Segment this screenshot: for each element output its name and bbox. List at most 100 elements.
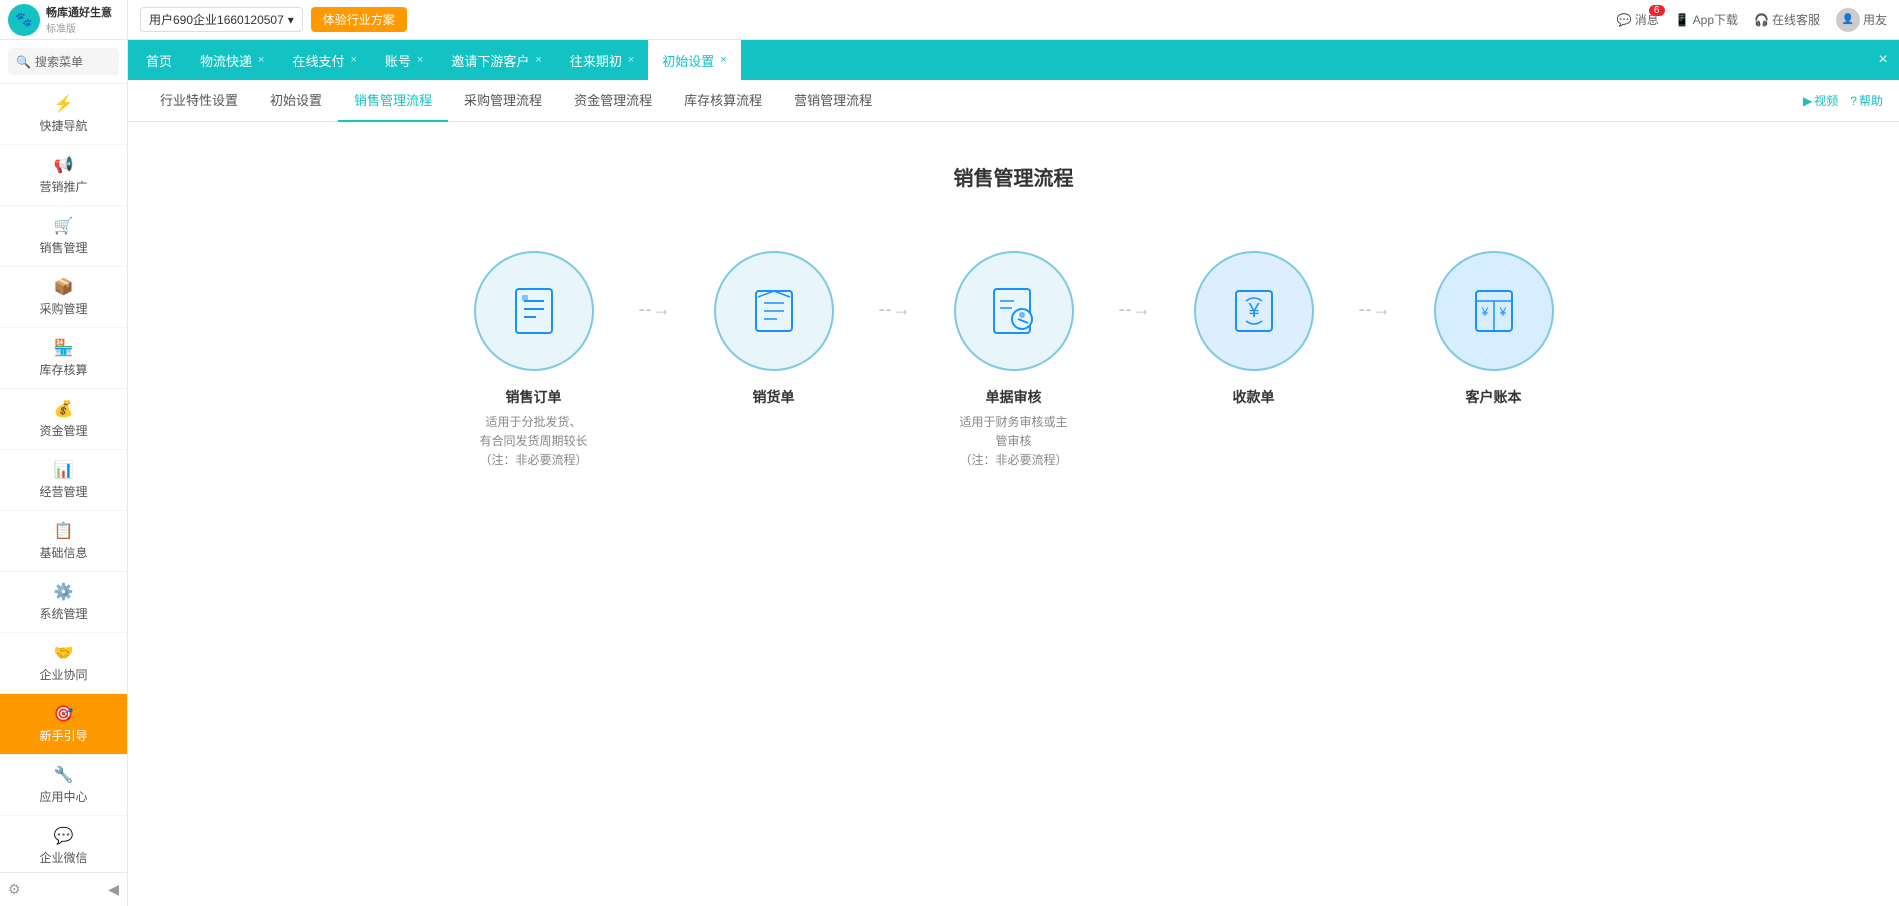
guide-icon: 🎯 — [54, 704, 74, 724]
sidebar-item-system[interactable]: ⚙️ 系统管理 — [0, 572, 127, 633]
close-icon[interactable]: × — [350, 54, 356, 66]
user-label: 用户690企业1660120507 — [149, 11, 284, 28]
app-label: App下载 — [1693, 11, 1738, 28]
sub-tabs: 行业特性设置 初始设置 销售管理流程 采购管理流程 资金管理流程 库存核算流程 … — [128, 80, 1899, 122]
avatar: 👤 — [1836, 8, 1860, 32]
nav-tab-account[interactable]: 账号 × — [371, 40, 437, 80]
flow-arrow-1: - - → — [624, 251, 684, 320]
nav-tab-label: 往来期初 — [570, 51, 622, 70]
message-item[interactable]: 💬 6 消息 — [1617, 11, 1659, 28]
flow-arrow-3: - - → — [1104, 251, 1164, 320]
nav-tab-label: 物流快递 — [200, 51, 252, 70]
collapse-button[interactable]: ◀ — [108, 881, 119, 898]
nav-tab-label: 在线支付 — [292, 51, 344, 70]
sidebar-item-inventory[interactable]: 🏪 库存核算 — [0, 328, 127, 389]
operations-icon: 📊 — [54, 460, 74, 480]
close-all-tabs-button[interactable]: × — [1867, 40, 1899, 80]
sidebar-search-area: 🔍 搜索菜单 — [0, 40, 127, 84]
flow-step-icon-audit — [954, 251, 1074, 371]
headset-icon: 🎧 — [1754, 13, 1769, 27]
sidebar-item-label: 企业协同 — [39, 666, 87, 683]
app-download-item[interactable]: 📱 App下载 — [1675, 11, 1738, 28]
arrow-icon: - - → — [879, 299, 909, 320]
close-icon[interactable]: × — [417, 54, 423, 66]
sidebar-item-marketing[interactable]: 📢 营销推广 — [0, 145, 127, 206]
help-label: 帮助 — [1859, 92, 1883, 109]
nav-tab-period[interactable]: 往来期初 × — [556, 40, 648, 80]
sub-tab-label: 资金管理流程 — [574, 90, 652, 109]
flow-step-delivery: 销货单 — [684, 251, 864, 413]
flow-step-desc: 适用于分批发货、有合同发货周期较长（注：非必要流程） — [479, 413, 587, 471]
flow-arrow-2: - - → — [864, 251, 924, 320]
flow-step-audit: 单据审核 适用于财务审核或主管审核（注：非必要流程） — [924, 251, 1104, 471]
video-link[interactable]: ▶ 视频 — [1803, 92, 1838, 109]
sidebar-item-sales[interactable]: 🛒 销售管理 — [0, 206, 127, 267]
chevron-down-icon: ▾ — [288, 13, 294, 27]
sidebar-item-operations[interactable]: 📊 经营管理 — [0, 450, 127, 511]
sub-tab-industry[interactable]: 行业特性设置 — [144, 80, 254, 122]
sidebar-item-finance[interactable]: 💰 资金管理 — [0, 389, 127, 450]
flow-step-icon-receipt: ¥ — [1194, 251, 1314, 371]
sidebar-item-enterprise[interactable]: 🤝 企业协同 — [0, 633, 127, 694]
top-bar-left: 用户690企业1660120507 ▾ 体验行业方案 — [140, 7, 407, 32]
nav-tab-init-settings[interactable]: 初始设置 × — [648, 40, 740, 80]
logo-area: 🐾 畅库通好生意 标准版 — [0, 0, 128, 40]
sidebar-item-quick-nav[interactable]: ⚡ 快捷导航 — [0, 84, 127, 145]
sub-tab-marketing-flow[interactable]: 营销管理流程 — [778, 80, 888, 122]
finance-icon: 💰 — [54, 399, 74, 419]
sidebar-item-label: 系统管理 — [39, 605, 87, 622]
nav-tab-invite[interactable]: 邀请下游客户 × — [437, 40, 555, 80]
sidebar-item-purchase[interactable]: 📦 采购管理 — [0, 267, 127, 328]
flow-step-label: 收款单 — [1233, 387, 1275, 407]
experience-button[interactable]: 体验行业方案 — [311, 7, 407, 32]
sales-icon: 🛒 — [54, 216, 74, 236]
logo-icon: 🐾 — [8, 4, 40, 36]
sidebar-item-label: 新手引导 — [39, 727, 87, 744]
help-link[interactable]: ? 帮助 — [1850, 92, 1883, 109]
main-content: 行业特性设置 初始设置 销售管理流程 采购管理流程 资金管理流程 库存核算流程 … — [128, 80, 1899, 906]
flow-step-ledger: ¥ ¥ 客户账本 — [1404, 251, 1584, 413]
nav-tab-payment[interactable]: 在线支付 × — [278, 40, 370, 80]
wechat-icon: 💬 — [54, 826, 74, 846]
flow-step-icon-delivery — [714, 251, 834, 371]
arrow-icon: - - → — [639, 299, 669, 320]
sub-tab-init[interactable]: 初始设置 — [254, 80, 338, 122]
sidebar-item-guide[interactable]: 🎯 新手引导 — [0, 694, 127, 755]
sidebar-item-apps[interactable]: 🔧 应用中心 — [0, 755, 127, 816]
message-icon: 💬 — [1617, 13, 1632, 27]
sub-tab-purchase-flow[interactable]: 采购管理流程 — [448, 80, 558, 122]
sidebar-item-basic-info[interactable]: 📋 基础信息 — [0, 511, 127, 572]
purchase-icon: 📦 — [54, 277, 74, 297]
svg-text:¥: ¥ — [1498, 305, 1506, 319]
sub-tab-label: 行业特性设置 — [160, 90, 238, 109]
close-icon[interactable]: × — [258, 54, 264, 66]
sub-tab-label: 库存核算流程 — [684, 90, 762, 109]
help-icon: ? — [1850, 94, 1857, 108]
sidebar-item-label: 基础信息 — [39, 544, 87, 561]
settings-button[interactable]: ⚙ — [8, 881, 21, 898]
customer-service-item[interactable]: 🎧 在线客服 — [1754, 11, 1820, 28]
sub-tab-label: 采购管理流程 — [464, 90, 542, 109]
close-icon[interactable]: × — [535, 54, 541, 66]
sidebar-item-wechat[interactable]: 💬 企业微信 — [0, 816, 127, 872]
sub-tab-inventory-flow[interactable]: 库存核算流程 — [668, 80, 778, 122]
sub-tab-sales-flow[interactable]: 销售管理流程 — [338, 80, 448, 122]
flow-steps: 销售订单 适用于分批发货、有合同发货周期较长（注：非必要流程） - - → — [188, 251, 1839, 471]
flow-title: 销售管理流程 — [188, 162, 1839, 191]
search-label: 搜索菜单 — [35, 53, 83, 70]
flow-step-label: 销货单 — [753, 387, 795, 407]
close-icon[interactable]: × — [628, 54, 634, 66]
search-menu-button[interactable]: 🔍 搜索菜单 — [8, 48, 119, 75]
flow-step-label: 单据审核 — [986, 387, 1042, 407]
sub-tab-finance-flow[interactable]: 资金管理流程 — [558, 80, 668, 122]
basic-info-icon: 📋 — [54, 521, 74, 541]
sidebar-item-label: 企业微信 — [39, 849, 87, 866]
user-selector[interactable]: 用户690企业1660120507 ▾ — [140, 7, 303, 32]
enterprise-icon: 🤝 — [54, 643, 74, 663]
flow-step-icon-ledger: ¥ ¥ — [1434, 251, 1554, 371]
logo-text: 畅库通好生意 标准版 — [46, 4, 112, 35]
user-avatar-item[interactable]: 👤 用友 — [1836, 8, 1887, 32]
nav-tab-home[interactable]: 首页 — [132, 40, 186, 80]
close-icon[interactable]: × — [720, 54, 726, 66]
nav-tab-logistics[interactable]: 物流快递 × — [186, 40, 278, 80]
